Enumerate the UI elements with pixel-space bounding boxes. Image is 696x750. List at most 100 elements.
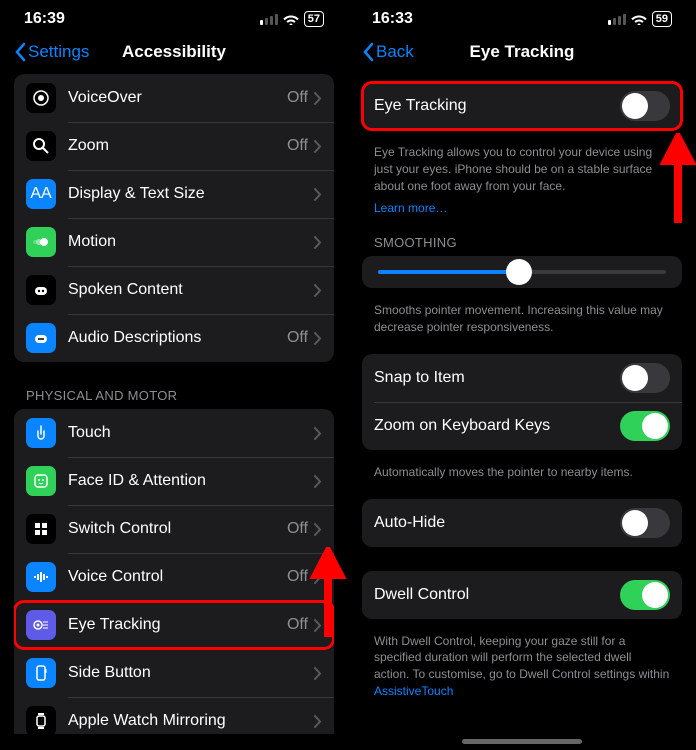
wifi-icon bbox=[631, 13, 647, 25]
status-indicators: 59 bbox=[608, 11, 672, 27]
row-label: Audio Descriptions bbox=[68, 329, 287, 347]
eye-tracking-row[interactable]: Eye Tracking bbox=[362, 82, 682, 130]
battery-icon: 57 bbox=[304, 11, 324, 27]
faceid-row[interactable]: Face ID & Attention bbox=[14, 457, 334, 505]
motor-header: PHYSICAL AND MOTOR bbox=[14, 370, 334, 409]
learn-more-link[interactable]: Learn more… bbox=[362, 194, 682, 217]
row-label: Switch Control bbox=[68, 520, 287, 538]
voicec-row[interactable]: Voice ControlOff bbox=[14, 553, 334, 601]
accessibility-screen: 16:39 57 Settings Accessibility VoiceOve… bbox=[0, 0, 348, 750]
spoken-row[interactable]: Spoken Content bbox=[14, 266, 334, 314]
chevron-right-icon bbox=[314, 523, 322, 536]
nav-bar: Back Eye Tracking bbox=[348, 34, 696, 74]
eye-tracking-toggle-group: Eye Tracking bbox=[362, 82, 682, 130]
smoothing-slider-row bbox=[362, 256, 682, 288]
voiceover-icon bbox=[26, 83, 56, 113]
touch-row[interactable]: Touch bbox=[14, 409, 334, 457]
row-label: Snap to Item bbox=[374, 369, 620, 387]
smoothing-group bbox=[362, 256, 682, 288]
audio-icon bbox=[26, 323, 56, 353]
chevron-right-icon bbox=[314, 715, 322, 728]
row-status: Off bbox=[287, 89, 308, 107]
watch-icon bbox=[26, 706, 56, 734]
voiceover-row[interactable]: VoiceOverOff bbox=[14, 74, 334, 122]
snap-group: Snap to Item Zoom on Keyboard Keys bbox=[362, 354, 682, 450]
dwell-description: With Dwell Control, keeping your gaze st… bbox=[362, 627, 682, 700]
zoom-row[interactable]: ZoomOff bbox=[14, 122, 334, 170]
snap-toggle[interactable] bbox=[620, 363, 670, 393]
eye-tracking-highlight: Eye TrackingOff bbox=[14, 601, 334, 649]
eye-tracking-description: Eye Tracking allows you to control your … bbox=[362, 138, 682, 194]
cell-signal-icon bbox=[608, 14, 626, 25]
back-button[interactable]: Settings bbox=[14, 42, 89, 62]
side-row[interactable]: Side Button bbox=[14, 649, 334, 697]
dwell-group: Dwell Control bbox=[362, 571, 682, 619]
row-label: Face ID & Attention bbox=[68, 472, 314, 490]
chevron-right-icon bbox=[314, 140, 322, 153]
chevron-right-icon bbox=[314, 332, 322, 345]
chevron-right-icon bbox=[314, 188, 322, 201]
smoothing-header: SMOOTHING bbox=[362, 217, 682, 256]
audio-row[interactable]: Audio DescriptionsOff bbox=[14, 314, 334, 362]
row-label: Zoom on Keyboard Keys bbox=[374, 417, 620, 435]
motor-group: TouchFace ID & AttentionSwitch ControlOf… bbox=[14, 409, 334, 734]
home-indicator bbox=[462, 739, 582, 744]
row-label: Display & Text Size bbox=[68, 185, 314, 203]
status-bar: 16:39 57 bbox=[0, 0, 348, 34]
cell-signal-icon bbox=[260, 14, 278, 25]
row-label: Zoom bbox=[68, 137, 287, 155]
voicec-icon bbox=[26, 562, 56, 592]
battery-icon: 59 bbox=[652, 11, 672, 27]
eye-tracking-screen: 16:33 59 Back Eye Tracking Eye Tracking … bbox=[348, 0, 696, 750]
display-row[interactable]: AA Display & Text Size bbox=[14, 170, 334, 218]
row-status: Off bbox=[287, 568, 308, 586]
chevron-right-icon bbox=[314, 475, 322, 488]
chevron-right-icon bbox=[314, 92, 322, 105]
snap-to-item-row[interactable]: Snap to Item bbox=[362, 354, 682, 402]
auto-hide-toggle[interactable] bbox=[620, 508, 670, 538]
row-label: Dwell Control bbox=[374, 586, 620, 604]
row-label: Voice Control bbox=[68, 568, 287, 586]
assistivetouch-link[interactable]: AssistiveTouch bbox=[374, 684, 453, 698]
annotation-arrow-icon bbox=[658, 133, 696, 228]
snap-description: Automatically moves the pointer to nearb… bbox=[362, 458, 682, 481]
chevron-left-icon bbox=[14, 42, 26, 62]
chevron-right-icon bbox=[314, 667, 322, 680]
auto-hide-row[interactable]: Auto-Hide bbox=[362, 499, 682, 547]
dwell-toggle[interactable] bbox=[620, 580, 670, 610]
eye-tracking-toggle[interactable] bbox=[620, 91, 670, 121]
row-status: Off bbox=[287, 520, 308, 538]
row-label: Touch bbox=[68, 424, 314, 442]
page-title: Eye Tracking bbox=[470, 42, 575, 62]
eye-row[interactable]: Eye TrackingOff bbox=[14, 601, 334, 649]
dwell-control-row[interactable]: Dwell Control bbox=[362, 571, 682, 619]
status-time: 16:39 bbox=[24, 10, 65, 28]
switch-row[interactable]: Switch ControlOff bbox=[14, 505, 334, 553]
row-label: Eye Tracking bbox=[374, 97, 620, 115]
spoken-icon bbox=[26, 275, 56, 305]
side-icon bbox=[26, 658, 56, 688]
display-icon: AA bbox=[26, 179, 56, 209]
back-button[interactable]: Back bbox=[362, 42, 414, 62]
row-label: Auto-Hide bbox=[374, 514, 620, 532]
row-label: Side Button bbox=[68, 664, 314, 682]
motion-row[interactable]: Motion bbox=[14, 218, 334, 266]
zoom-icon bbox=[26, 131, 56, 161]
chevron-left-icon bbox=[362, 42, 374, 62]
nav-bar: Settings Accessibility bbox=[0, 34, 348, 74]
chevron-right-icon bbox=[314, 236, 322, 249]
zoom-keys-toggle[interactable] bbox=[620, 411, 670, 441]
vision-group: VoiceOverOffZoomOffAADisplay & Text Size… bbox=[14, 74, 334, 362]
row-label: Apple Watch Mirroring bbox=[68, 712, 314, 730]
watch-row[interactable]: Apple Watch Mirroring bbox=[14, 697, 334, 734]
annotation-arrow-icon bbox=[308, 547, 348, 642]
touch-icon bbox=[26, 418, 56, 448]
status-indicators: 57 bbox=[260, 11, 324, 27]
row-status: Off bbox=[287, 329, 308, 347]
autohide-group: Auto-Hide bbox=[362, 499, 682, 547]
motion-icon bbox=[26, 227, 56, 257]
faceid-icon bbox=[26, 466, 56, 496]
smoothing-slider[interactable] bbox=[378, 270, 666, 274]
zoom-keys-row[interactable]: Zoom on Keyboard Keys bbox=[362, 402, 682, 450]
row-label: Eye Tracking bbox=[68, 616, 287, 634]
